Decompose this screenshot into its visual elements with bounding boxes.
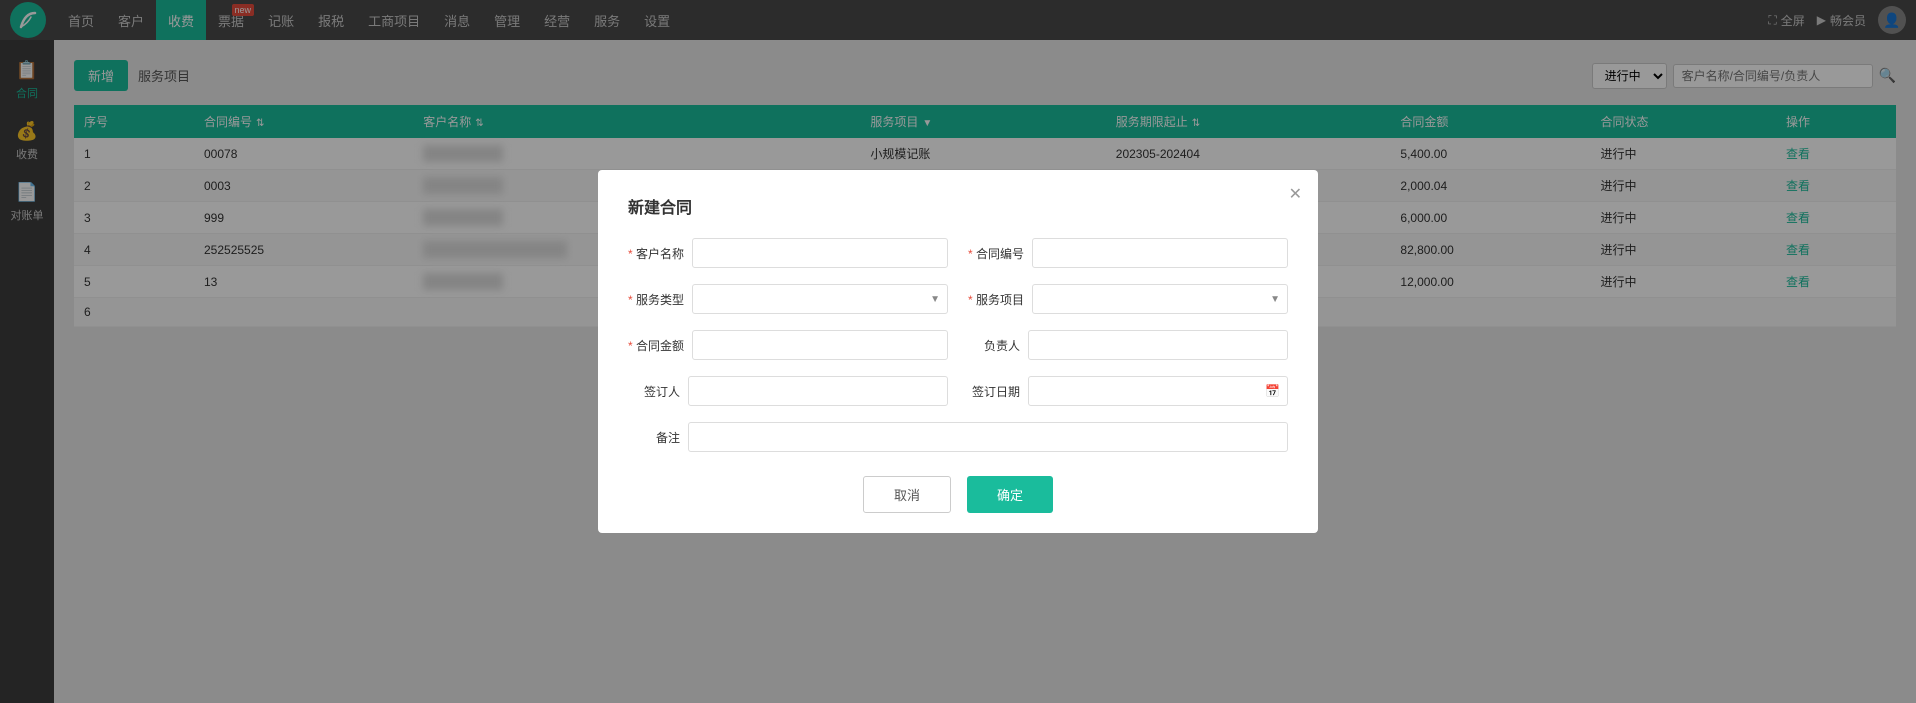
service-type-select[interactable] (692, 284, 948, 314)
contract-no-label: 合同编号 (968, 245, 1024, 262)
contract-amount-label: 合同金额 (628, 337, 684, 354)
calendar-icon[interactable]: 📅 (1265, 384, 1280, 398)
form-row-5: 备注 (628, 422, 1288, 452)
modal-footer: 取消 确定 (628, 476, 1288, 513)
contract-no-input[interactable] (1032, 238, 1288, 268)
customer-name-label: 客户名称 (628, 245, 684, 262)
remark-label: 备注 (628, 429, 680, 446)
form-field-service-item: 服务项目 ▼ (968, 284, 1288, 314)
sign-date-label: 签订日期 (968, 383, 1020, 400)
form-field-signer: 签订人 (628, 376, 948, 406)
form-row-1: 客户名称 合同编号 (628, 238, 1288, 268)
modal-close-button[interactable]: ✕ (1289, 184, 1302, 204)
modal-overlay: ✕ 新建合同 客户名称 合同编号 服务类型 ▼ (0, 0, 1916, 703)
sign-date-input[interactable]: 2023-06-06 (1028, 376, 1288, 406)
form-field-sign-date: 签订日期 2023-06-06 📅 (968, 376, 1288, 406)
remark-input[interactable] (688, 422, 1288, 452)
form-row-3: 合同金额 0.00 负责人 (628, 330, 1288, 360)
modal-title: 新建合同 (628, 194, 1288, 218)
customer-name-input[interactable] (692, 238, 948, 268)
service-item-select-wrap: ▼ (1032, 284, 1288, 314)
contract-amount-input[interactable]: 0.00 (692, 330, 948, 360)
form-field-responsible: 负责人 (968, 330, 1288, 360)
form-field-service-type: 服务类型 ▼ (628, 284, 948, 314)
form-field-contract-amount: 合同金额 0.00 (628, 330, 948, 360)
responsible-input[interactable] (1028, 330, 1288, 360)
confirm-button[interactable]: 确定 (967, 476, 1053, 513)
signer-label: 签订人 (628, 383, 680, 400)
form-row-2: 服务类型 ▼ 服务项目 ▼ (628, 284, 1288, 314)
form-field-remark: 备注 (628, 422, 1288, 452)
service-type-label: 服务类型 (628, 291, 684, 308)
new-contract-modal: ✕ 新建合同 客户名称 合同编号 服务类型 ▼ (598, 170, 1318, 533)
service-item-select[interactable] (1032, 284, 1288, 314)
form-row-4: 签订人 签订日期 2023-06-06 📅 (628, 376, 1288, 406)
cancel-button[interactable]: 取消 (863, 476, 951, 513)
signer-input[interactable] (688, 376, 948, 406)
service-type-select-wrap: ▼ (692, 284, 948, 314)
sign-date-wrap: 2023-06-06 📅 (1028, 376, 1288, 406)
form-field-contract-no: 合同编号 (968, 238, 1288, 268)
service-item-label: 服务项目 (968, 291, 1024, 308)
responsible-label: 负责人 (968, 337, 1020, 354)
form-field-customer-name: 客户名称 (628, 238, 948, 268)
